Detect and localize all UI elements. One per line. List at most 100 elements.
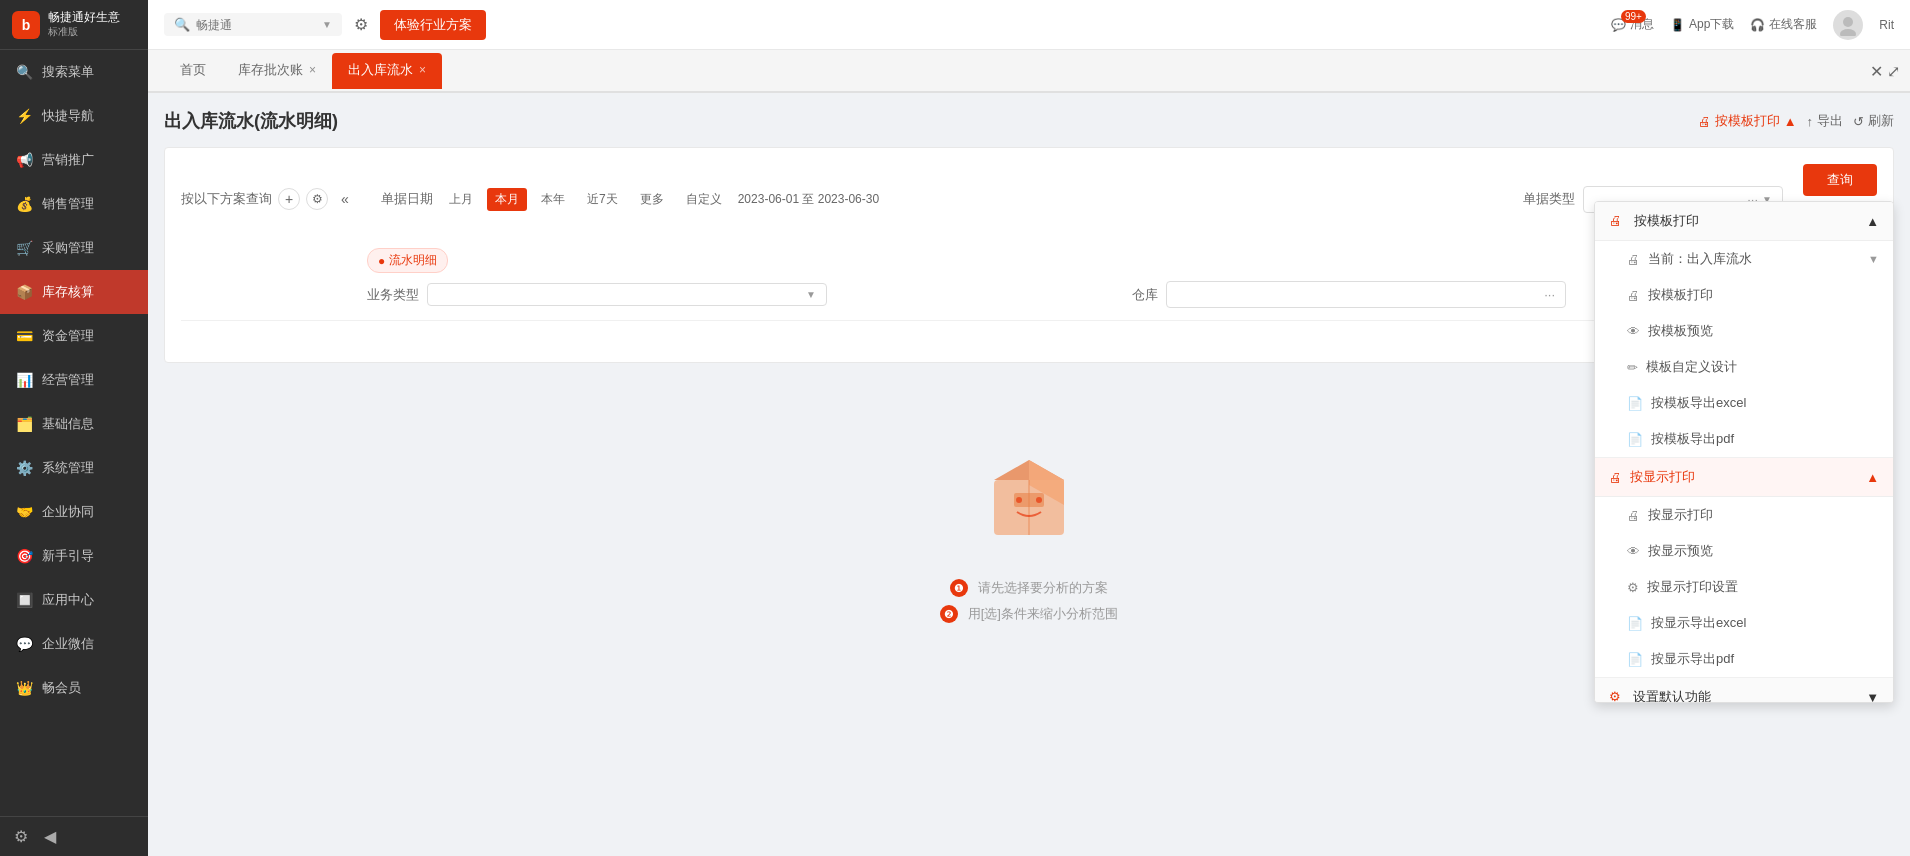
sidebar-item-purchase[interactable]: 🛒 采购管理 [0,226,148,270]
dropdown-section3-label: 设置默认功能 [1633,689,1711,702]
window-close-btn[interactable]: ✕ [1870,62,1883,81]
sidebar-item-membership[interactable]: 👑 畅会员 [0,666,148,710]
inventory-icon: 📦 [14,282,34,302]
operation-icon: 📊 [14,370,34,390]
dropdown-display-preview-item[interactable]: 👁 按显示预览 [1595,533,1893,569]
topbar-search-box[interactable]: 🔍 ▼ [164,13,342,36]
settings-bottom-icon[interactable]: ⚙ [14,827,28,846]
svg-point-7 [1016,497,1022,503]
window-expand-btn[interactable]: ⤢ [1887,62,1900,81]
sidebar-operation-label: 经营管理 [42,371,94,389]
app-download-label: App下载 [1689,16,1734,33]
sidebar-bottom: ⚙ ◀ [0,816,148,856]
dropdown-template-preview-item[interactable]: 👁 按模板预览 [1595,313,1893,349]
user-name: Rit [1879,18,1894,32]
filter-section-label-group: 按以下方案查询 + ⚙ « [181,188,361,210]
industry-btn[interactable]: 体验行业方案 [380,10,486,40]
tab-flow-close-icon[interactable]: × [419,63,426,77]
dropdown-current-item[interactable]: 🖨 当前：出入库流水 ▼ [1595,241,1893,277]
svg-point-8 [1036,497,1042,503]
warehouse-label: 仓库 [1132,286,1158,304]
filter-collapse-btn[interactable]: « [334,188,356,210]
filter-add-btn[interactable]: + [278,188,300,210]
filter-settings-btn[interactable]: ⚙ [306,188,328,210]
corp-wechat-icon: 💬 [14,634,34,654]
dropdown-template-print-item[interactable]: 🖨 按模板打印 [1595,277,1893,313]
dropdown-display-print-item[interactable]: 🖨 按显示打印 [1595,497,1893,533]
dropdown-display-print-settings-item[interactable]: ⚙ 按显示打印设置 [1595,569,1893,605]
sidebar-app-center-label: 应用中心 [42,591,94,609]
doc-type-label: 单据类型 [1523,190,1575,208]
sidebar-item-guide[interactable]: 🎯 新手引导 [0,534,148,578]
sidebar-inventory-label: 库存核算 [42,283,94,301]
dropdown-template-design-item[interactable]: ✏ 模板自定义设计 [1595,349,1893,385]
tab-flow[interactable]: 出入库流水 × [332,53,442,89]
sidebar-item-quick-nav[interactable]: ⚡ 快捷导航 [0,94,148,138]
template-print-chevron-icon: ▲ [1784,114,1797,129]
sidebar-finance-label: 资金管理 [42,327,94,345]
sidebar: b 畅捷通好生意 标准版 🔍 搜索菜单 ⚡ 快捷导航 📢 营销推广 💰 销售管理… [0,0,148,856]
marketing-icon: 📢 [14,150,34,170]
sidebar-membership-label: 畅会员 [42,679,81,697]
notification-badge: 99+ [1621,10,1646,23]
business-type-label: 业务类型 [367,286,419,304]
sidebar-item-operation[interactable]: 📊 经营管理 [0,358,148,402]
placeholder-step1: ❶ 请先选择要分析的方案 [940,575,1118,601]
business-type-select[interactable]: ▼ [427,283,827,306]
dropdown-section2-header[interactable]: 🖨 按显示打印 ▲ [1595,458,1893,497]
main-wrapper: 🔍 ▼ ⚙ 体验行业方案 💬 消息 99+ 📱 App下载 🎧 在线客服 [148,0,1910,856]
sidebar-item-corp-wechat[interactable]: 💬 企业微信 [0,622,148,666]
app-download-btn[interactable]: 📱 App下载 [1670,16,1734,33]
export-btn[interactable]: ↑ 导出 [1807,112,1844,130]
tab-batch-account[interactable]: 库存批次账 × [222,53,332,89]
sidebar-item-marketing[interactable]: 📢 营销推广 [0,138,148,182]
tab-home-label: 首页 [180,61,206,79]
sidebar-item-search[interactable]: 🔍 搜索菜单 [0,50,148,94]
warehouse-select[interactable]: ··· [1166,281,1566,308]
sidebar-item-app-center[interactable]: 🔲 应用中心 [0,578,148,622]
date-label: 单据日期 [381,190,433,208]
sidebar-item-basic[interactable]: 🗂️ 基础信息 [0,402,148,446]
corp-icon: 🤝 [14,502,34,522]
current-item-arrow-icon: ▼ [1868,253,1879,265]
date-btn-7days[interactable]: 近7天 [579,188,626,211]
template-print-btn[interactable]: 🖨 按模板打印 ▲ [1698,112,1797,130]
template-excel-icon: 📄 [1627,396,1643,411]
refresh-btn[interactable]: ↺ 刷新 [1853,112,1894,130]
sidebar-item-inventory[interactable]: 📦 库存核算 [0,270,148,314]
purchase-icon: 🛒 [14,238,34,258]
date-btn-custom[interactable]: 自定义 [678,188,730,211]
sidebar-item-sales[interactable]: 💰 销售管理 [0,182,148,226]
query-btn[interactable]: 查询 [1803,164,1877,196]
sidebar-system-label: 系统管理 [42,459,94,477]
dropdown-template-pdf-item[interactable]: 📄 按模板导出pdf [1595,421,1893,457]
dropdown-section1-header[interactable]: 🖨 按模板打印 ▲ [1595,202,1893,241]
sidebar-item-corp[interactable]: 🤝 企业协同 [0,490,148,534]
topbar-gear-icon[interactable]: ⚙ [354,15,368,34]
sidebar-item-system[interactable]: ⚙️ 系统管理 [0,446,148,490]
filter-section-label: 按以下方案查询 [181,190,272,208]
sidebar-item-finance[interactable]: 💳 资金管理 [0,314,148,358]
sidebar-purchase-label: 采购管理 [42,239,94,257]
tab-home[interactable]: 首页 [164,53,222,89]
date-btn-year[interactable]: 本年 [533,188,573,211]
dropdown-display-pdf-item[interactable]: 📄 按显示导出pdf [1595,641,1893,677]
sidebar-quick-nav-label: 快捷导航 [42,107,94,125]
date-btn-current-month[interactable]: 本月 [487,188,527,211]
display-preview-icon: 👁 [1627,544,1640,559]
dropdown-display-excel-item[interactable]: 📄 按显示导出excel [1595,605,1893,641]
collapse-sidebar-icon[interactable]: ◀ [44,827,56,846]
dropdown-template-excel-item[interactable]: 📄 按模板导出excel [1595,385,1893,421]
notification-btn[interactable]: 💬 消息 99+ [1611,16,1654,33]
tab-batch-account-close-icon[interactable]: × [309,63,316,77]
export-icon: ↑ [1807,114,1814,129]
sidebar-logo: b 畅捷通好生意 标准版 [0,0,148,50]
sidebar-nav: 🔍 搜索菜单 ⚡ 快捷导航 📢 营销推广 💰 销售管理 🛒 采购管理 📦 库存核… [0,50,148,816]
online-service-btn[interactable]: 🎧 在线客服 [1750,16,1817,33]
topbar-search-input[interactable] [196,18,316,32]
dropdown-section3-header[interactable]: ⚙ 设置默认功能 ▼ [1595,678,1893,702]
date-btn-prev-month[interactable]: 上月 [441,188,481,211]
date-btn-more[interactable]: 更多 [632,188,672,211]
app-edition: 标准版 [48,25,120,39]
app-center-icon: 🔲 [14,590,34,610]
